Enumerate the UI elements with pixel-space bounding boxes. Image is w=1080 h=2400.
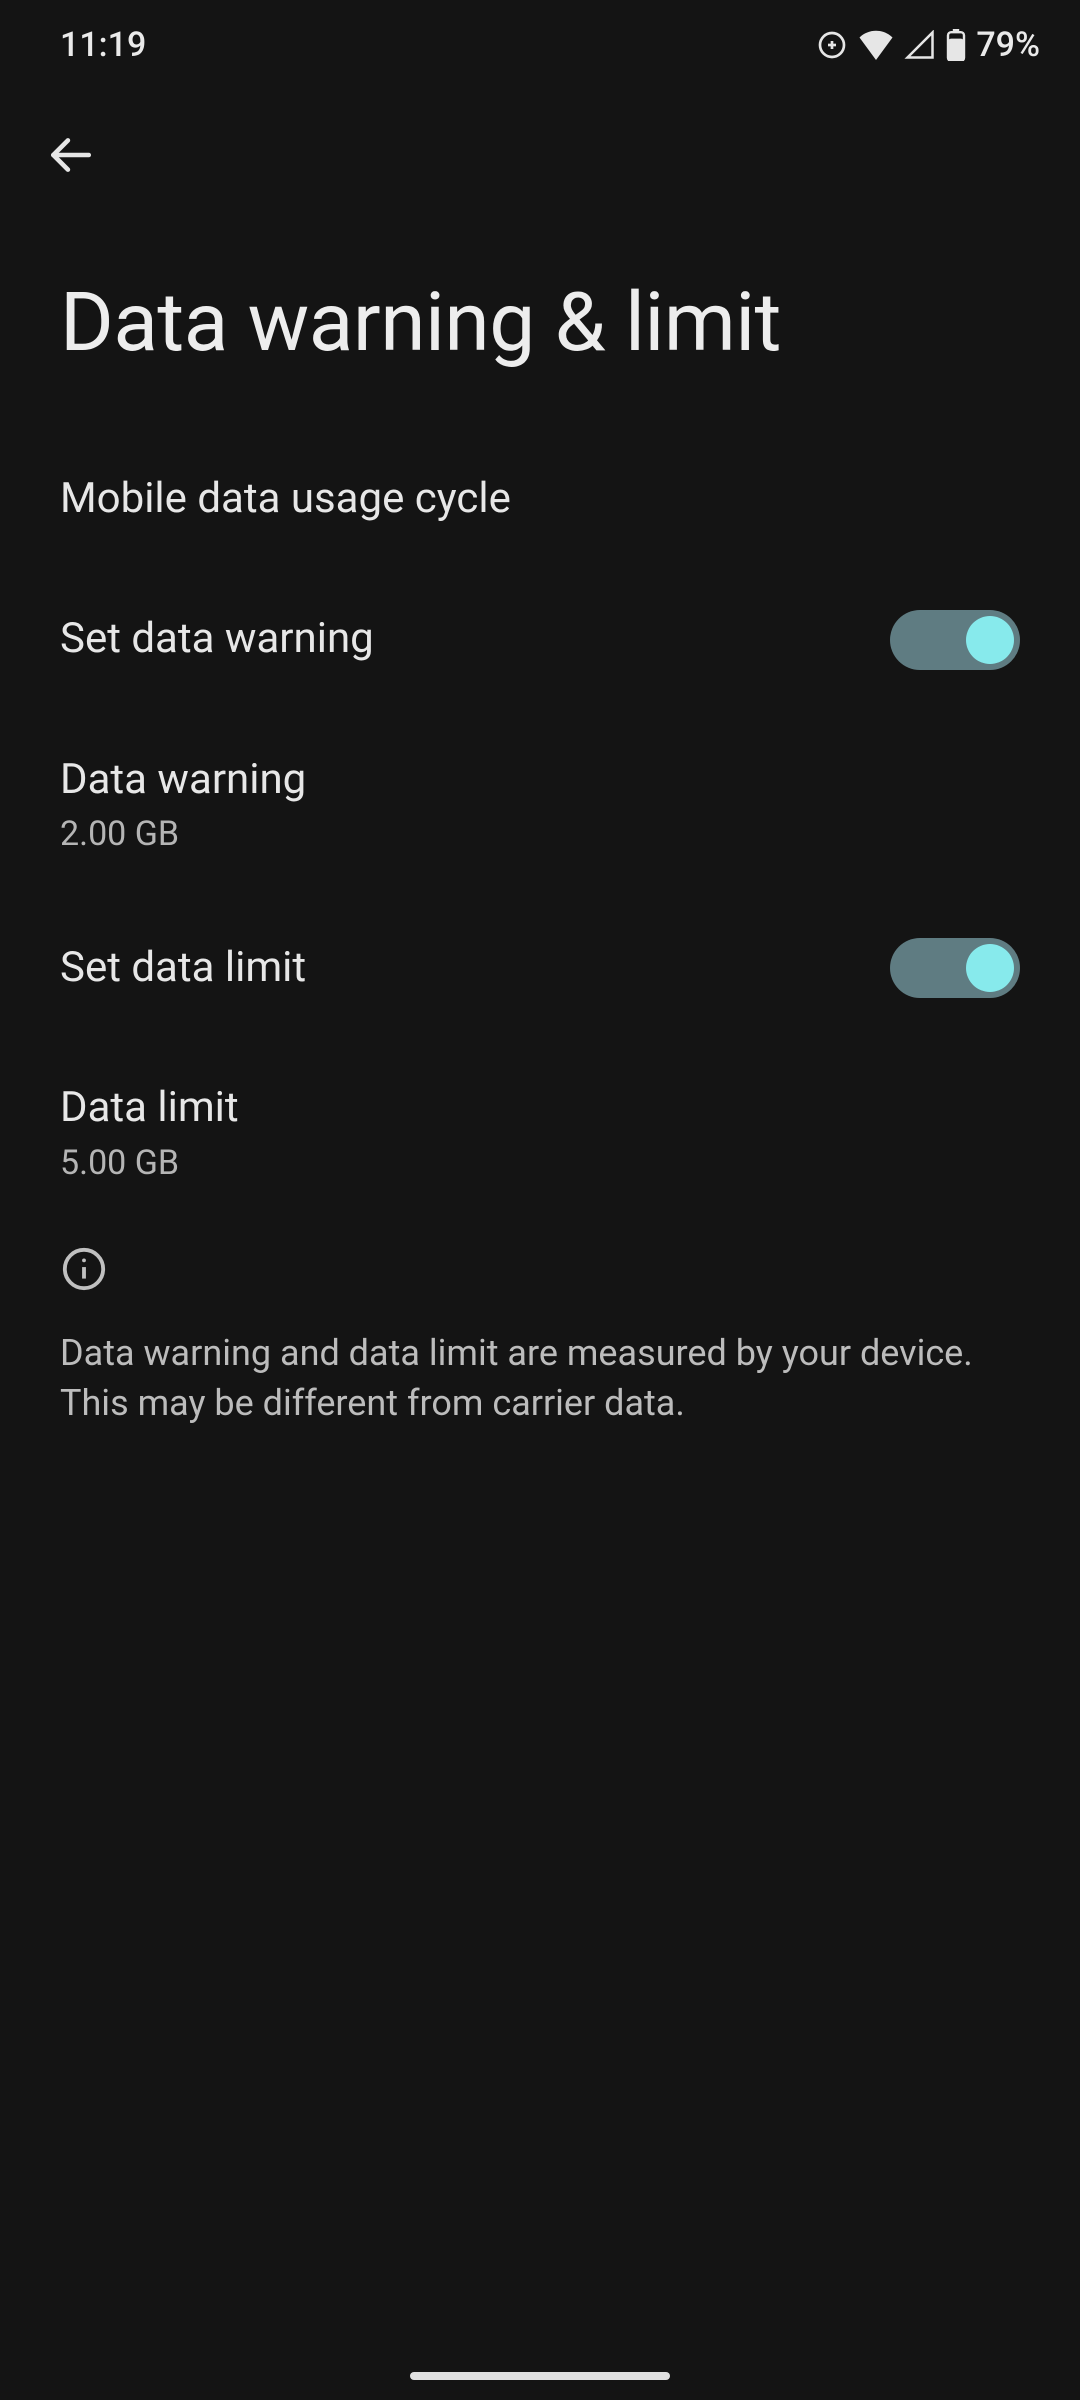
back-arrow-icon bbox=[45, 130, 95, 180]
row-cycle[interactable]: Mobile data usage cycle bbox=[60, 431, 1020, 568]
row-set-data-warning[interactable]: Set data warning bbox=[60, 568, 1020, 712]
row-limit-value: 5.00 GB bbox=[60, 1143, 1020, 1183]
back-button[interactable] bbox=[40, 125, 100, 185]
status-right: 79% bbox=[816, 25, 1040, 65]
page-title: Data warning & limit bbox=[0, 205, 1080, 431]
battery-percent: 79% bbox=[976, 25, 1040, 65]
switch-set-data-warning[interactable] bbox=[890, 610, 1020, 670]
row-warning-value: 2.00 GB bbox=[60, 814, 1020, 854]
switch-set-data-limit[interactable] bbox=[890, 938, 1020, 998]
battery-icon bbox=[946, 29, 966, 61]
nav-indicator bbox=[410, 2372, 670, 2380]
switch-thumb bbox=[966, 944, 1014, 992]
row-data-warning[interactable]: Data warning 2.00 GB bbox=[60, 712, 1020, 897]
row-set-limit-title: Set data limit bbox=[60, 942, 890, 995]
info-text: Data warning and data limit are measured… bbox=[60, 1328, 1020, 1429]
row-limit-title: Data limit bbox=[60, 1082, 1020, 1135]
app-bar bbox=[0, 65, 1080, 205]
row-data-limit[interactable]: Data limit 5.00 GB bbox=[60, 1040, 1020, 1225]
data-saver-icon bbox=[816, 29, 848, 61]
switch-thumb bbox=[966, 616, 1014, 664]
status-time: 11:19 bbox=[60, 25, 146, 65]
signal-icon bbox=[904, 30, 936, 60]
row-set-data-limit[interactable]: Set data limit bbox=[60, 896, 1020, 1040]
row-set-warning-title: Set data warning bbox=[60, 613, 890, 666]
row-warning-title: Data warning bbox=[60, 754, 1020, 807]
row-cycle-title: Mobile data usage cycle bbox=[60, 473, 1020, 526]
settings-list: Mobile data usage cycle Set data warning… bbox=[0, 431, 1080, 1225]
info-section: Data warning and data limit are measured… bbox=[0, 1225, 1080, 1429]
wifi-icon bbox=[858, 30, 894, 60]
info-icon bbox=[60, 1245, 108, 1293]
status-bar: 11:19 79% bbox=[0, 0, 1080, 65]
